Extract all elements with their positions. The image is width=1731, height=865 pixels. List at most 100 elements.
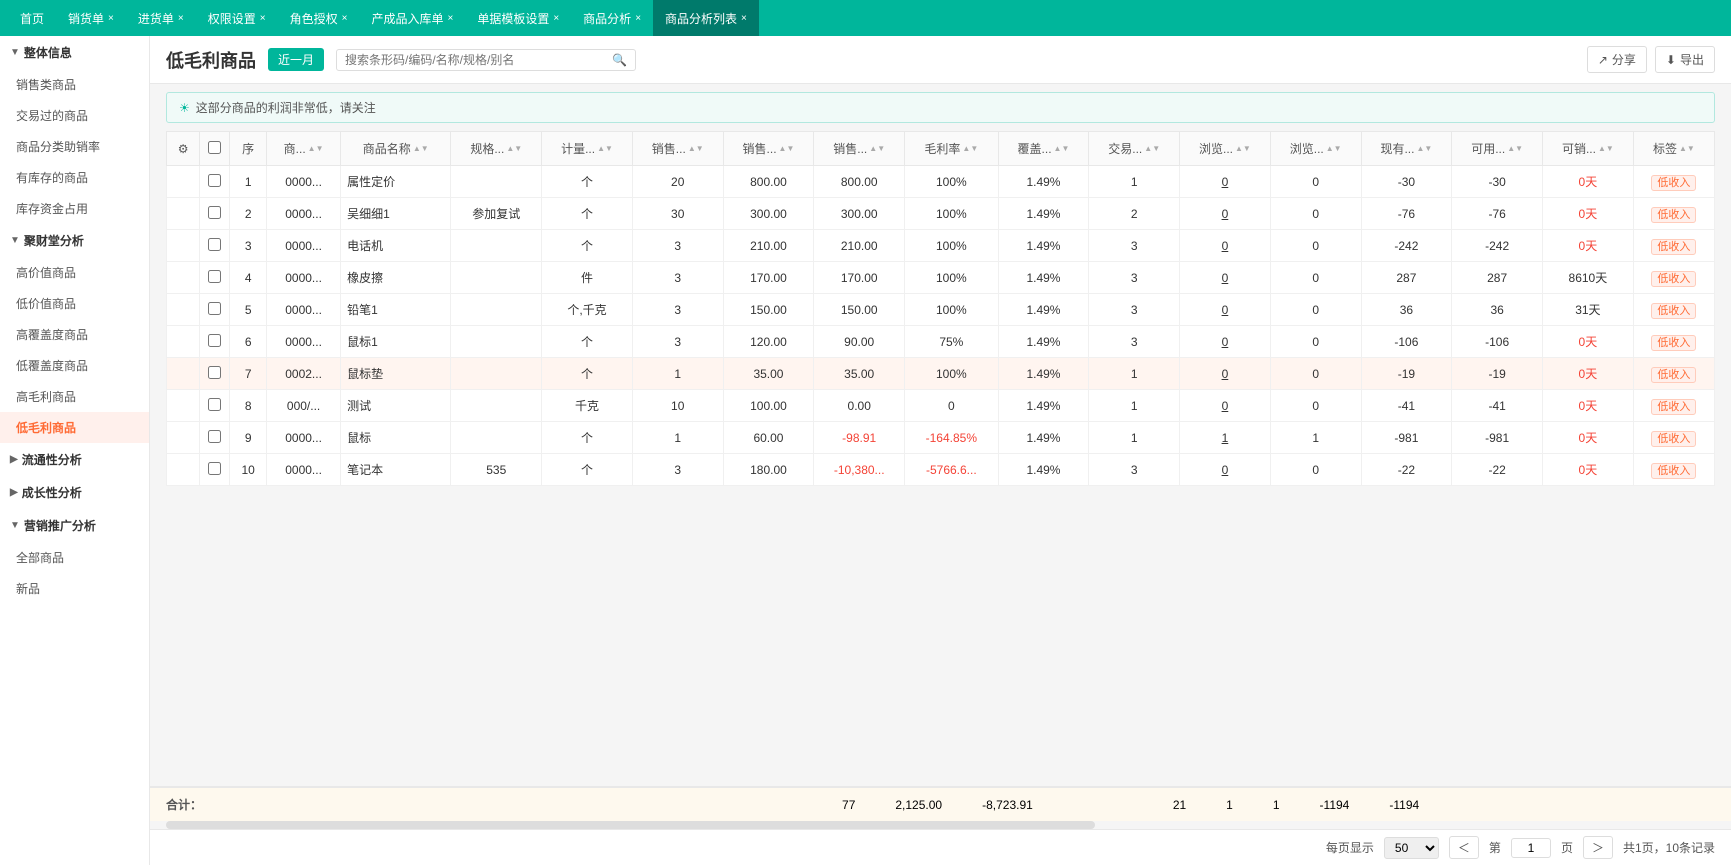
col-available[interactable]: 可用... ▲▼	[1452, 132, 1543, 166]
horizontal-scrollbar[interactable]	[150, 821, 1731, 829]
sidebar-item-stock-products[interactable]: 有库存的商品	[0, 162, 149, 193]
nav-close-icon[interactable]: ×	[447, 13, 453, 24]
next-page-button[interactable]: ＞	[1583, 836, 1613, 859]
row-checkbox[interactable]	[208, 270, 221, 283]
browse-link[interactable]: 0	[1222, 207, 1229, 221]
nav-sales-order[interactable]: 销货单 ×	[56, 0, 126, 36]
settings-column-header[interactable]: ⚙	[167, 132, 200, 166]
row-checkbox[interactable]	[208, 174, 221, 187]
nav-close-icon[interactable]: ×	[553, 13, 559, 24]
sales-profit: 90.00	[814, 326, 905, 358]
sidebar-group-marketing[interactable]: ▼ 营销推广分析	[0, 509, 149, 542]
nav-role-auth[interactable]: 角色授权 ×	[278, 0, 360, 36]
sidebar-item-traded-products[interactable]: 交易过的商品	[0, 100, 149, 131]
nav-template-settings[interactable]: 单据模板设置 ×	[465, 0, 571, 36]
browse-link[interactable]: 0	[1222, 239, 1229, 253]
browse-link[interactable]: 0	[1222, 463, 1229, 477]
col-sales-qty[interactable]: 销售... ▲▼	[632, 132, 723, 166]
share-button[interactable]: ↗ 分享	[1587, 46, 1647, 73]
col-sales-profit[interactable]: 销售... ▲▼	[814, 132, 905, 166]
col-transactions[interactable]: 交易... ▲▼	[1089, 132, 1180, 166]
coverage-rate: 1.49%	[998, 166, 1089, 198]
col-unit[interactable]: 计量... ▲▼	[542, 132, 633, 166]
browse-link[interactable]: 0	[1222, 335, 1229, 349]
nav-home[interactable]: 首页	[8, 0, 56, 36]
pagination-bar: 每页显示 50 20 100 ＜ 第 页 ＞ 共1页，10条记录	[150, 829, 1731, 865]
nav-close-icon[interactable]: ×	[108, 13, 114, 24]
product-tag: 低收入	[1633, 454, 1714, 486]
col-browse2[interactable]: 浏览... ▲▼	[1270, 132, 1361, 166]
col-spec[interactable]: 规格... ▲▼	[451, 132, 542, 166]
search-input[interactable]	[345, 53, 612, 67]
nav-close-icon[interactable]: ×	[342, 13, 348, 24]
sales-qty: 3	[632, 454, 723, 486]
sidebar-item-low-profit[interactable]: 低毛利商品	[0, 412, 149, 443]
row-checkbox[interactable]	[208, 206, 221, 219]
date-filter-button[interactable]: 近一月	[268, 48, 324, 71]
nav-purchase-order[interactable]: 进货单 ×	[126, 0, 196, 36]
nav-permission-settings[interactable]: 权限设置 ×	[196, 0, 278, 36]
sidebar-group-growth[interactable]: ▶ 成长性分析	[0, 476, 149, 509]
sidebar-item-high-profit[interactable]: 高毛利商品	[0, 381, 149, 412]
scrollbar-track[interactable]	[166, 821, 1095, 829]
product-tag: 低收入	[1633, 326, 1714, 358]
product-spec	[451, 358, 542, 390]
nav-close-icon[interactable]: ×	[260, 13, 266, 24]
nav-product-analysis[interactable]: 商品分析 ×	[571, 0, 653, 36]
select-all-checkbox[interactable]	[208, 141, 221, 154]
browse-link[interactable]: 1	[1222, 431, 1229, 445]
row-checkbox[interactable]	[208, 238, 221, 251]
nav-close-icon[interactable]: ×	[635, 13, 641, 24]
settings-cell	[167, 166, 200, 198]
col-saleable[interactable]: 可销... ▲▼	[1543, 132, 1634, 166]
col-coverage[interactable]: 覆盖... ▲▼	[998, 132, 1089, 166]
col-browse1[interactable]: 浏览... ▲▼	[1180, 132, 1271, 166]
sidebar-item-high-coverage[interactable]: 高覆盖度商品	[0, 319, 149, 350]
sales-profit: 35.00	[814, 358, 905, 390]
sidebar-group-overall-info[interactable]: ▼ 整体信息	[0, 36, 149, 69]
product-tag: 低收入	[1633, 262, 1714, 294]
col-name[interactable]: 商品名称 ▲▼	[341, 132, 451, 166]
nav-product-inbound[interactable]: 产成品入库单 ×	[359, 0, 465, 36]
sidebar-item-category-sales-rate[interactable]: 商品分类助销率	[0, 131, 149, 162]
table-header-row: ⚙ 序 商... ▲▼ 商品名称 ▲▼ 规格... ▲▼	[167, 132, 1715, 166]
product-code: 0000...	[267, 230, 341, 262]
sidebar-item-low-coverage[interactable]: 低覆盖度商品	[0, 350, 149, 381]
row-checkbox[interactable]	[208, 366, 221, 379]
gross-rate: 100%	[905, 262, 999, 294]
col-tag[interactable]: 标签 ▲▼	[1633, 132, 1714, 166]
export-button[interactable]: ⬇ 导出	[1655, 46, 1715, 73]
sidebar-item-stock-funds[interactable]: 库存资金占用	[0, 193, 149, 224]
nav-product-analysis-list[interactable]: 商品分析列表 ×	[653, 0, 759, 36]
nav-close-icon[interactable]: ×	[741, 13, 747, 24]
sidebar: ▼ 整体信息 销售类商品 交易过的商品 商品分类助销率 有库存的商品 库存资金占…	[0, 36, 150, 865]
sidebar-item-new-products[interactable]: 新品	[0, 573, 149, 604]
browse-link[interactable]: 0	[1222, 271, 1229, 285]
col-code[interactable]: 商... ▲▼	[267, 132, 341, 166]
browse-link[interactable]: 0	[1222, 399, 1229, 413]
col-sales-amount[interactable]: 销售... ▲▼	[723, 132, 814, 166]
nav-close-icon[interactable]: ×	[178, 13, 184, 24]
browse-link[interactable]: 0	[1222, 175, 1229, 189]
browse-link[interactable]: 0	[1222, 303, 1229, 317]
page-number-input[interactable]	[1511, 838, 1551, 858]
browse-link[interactable]: 0	[1222, 367, 1229, 381]
row-checkbox[interactable]	[208, 462, 221, 475]
sidebar-group-circulation[interactable]: ▶ 流通性分析	[0, 443, 149, 476]
col-stock[interactable]: 现有... ▲▼	[1361, 132, 1452, 166]
sidebar-item-high-value[interactable]: 高价值商品	[0, 257, 149, 288]
row-checkbox[interactable]	[208, 398, 221, 411]
row-checkbox[interactable]	[208, 430, 221, 443]
row-checkbox[interactable]	[208, 302, 221, 315]
page-size-select[interactable]: 50 20 100	[1384, 837, 1439, 859]
transaction-count: 3	[1089, 454, 1180, 486]
sidebar-group-analysis[interactable]: ▼ 聚财堂分析	[0, 224, 149, 257]
prev-page-button[interactable]: ＜	[1449, 836, 1479, 859]
sales-amount: 800.00	[723, 166, 814, 198]
search-icon[interactable]: 🔍	[612, 53, 627, 67]
col-gross-rate[interactable]: 毛利率 ▲▼	[905, 132, 999, 166]
sidebar-item-all-products[interactable]: 全部商品	[0, 542, 149, 573]
sidebar-item-low-value[interactable]: 低价值商品	[0, 288, 149, 319]
sidebar-item-sales-products[interactable]: 销售类商品	[0, 69, 149, 100]
row-checkbox[interactable]	[208, 334, 221, 347]
